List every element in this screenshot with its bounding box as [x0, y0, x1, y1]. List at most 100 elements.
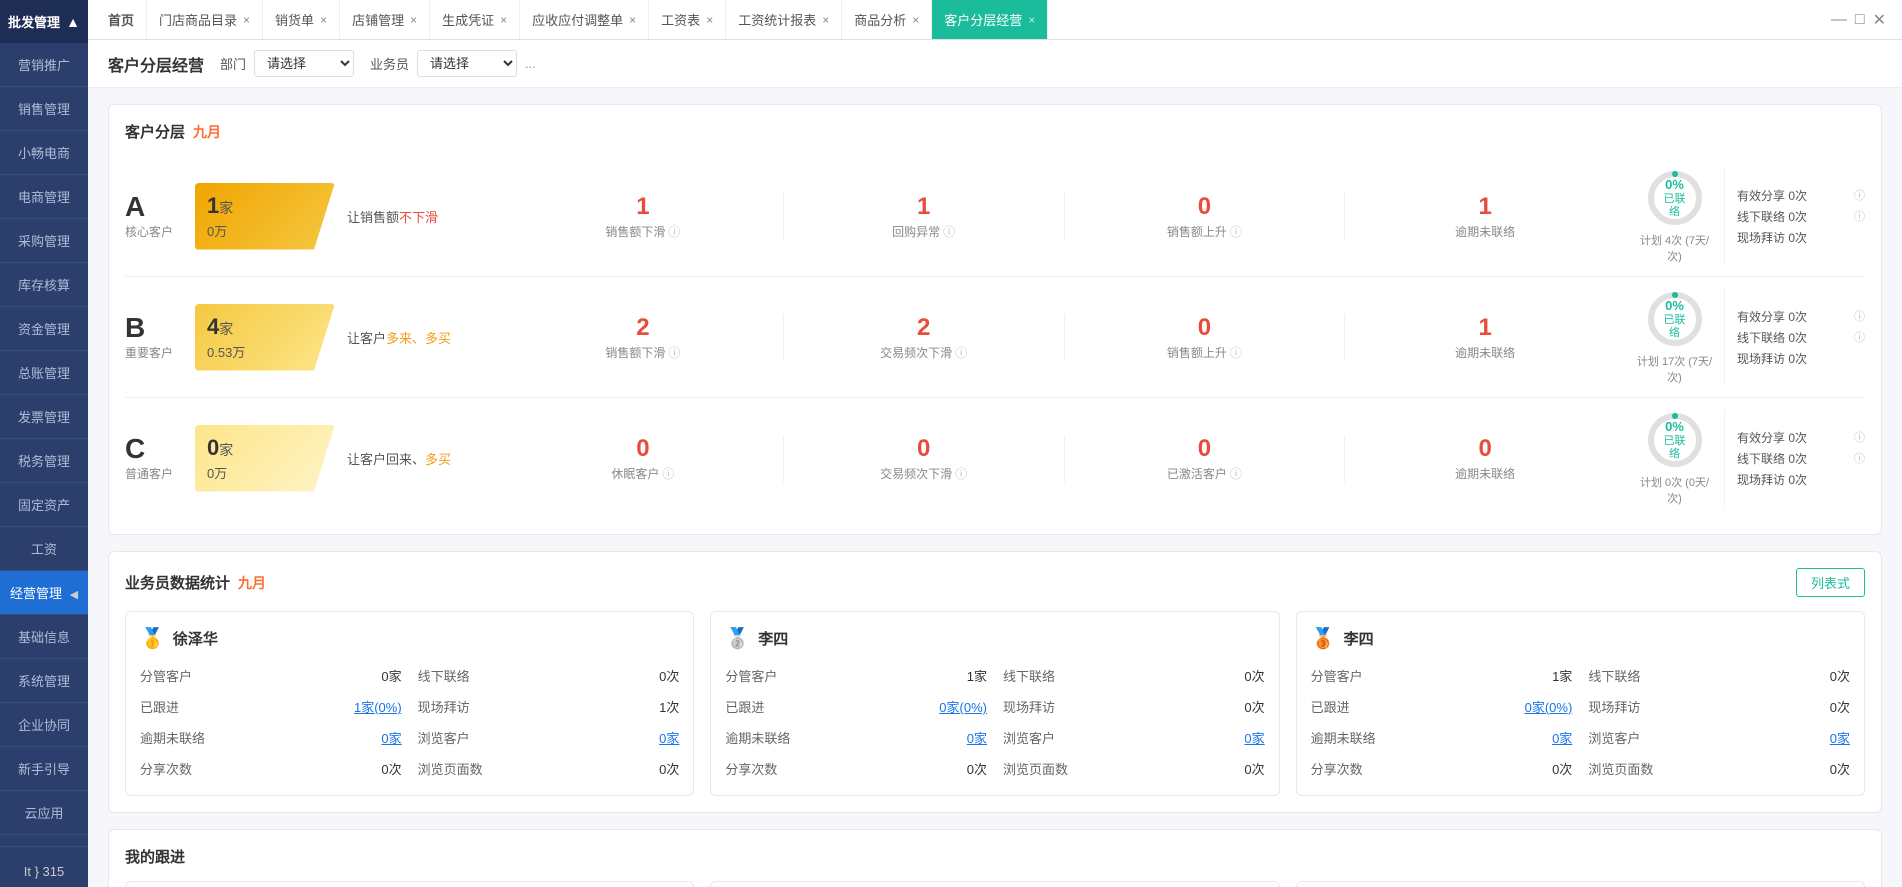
tab-payroll[interactable]: 工资表 ×: [649, 0, 726, 40]
tab-ar-ap[interactable]: 应收应付调整单 ×: [520, 0, 649, 40]
sales-select[interactable]: 请选择: [417, 50, 517, 77]
tier-c-stat2-num: 0: [792, 435, 1056, 463]
info-icon[interactable]: ⓘ: [1854, 329, 1865, 345]
window-maximize-icon[interactable]: □: [1855, 11, 1865, 29]
biz-stat-row: 逾期未联络 0家: [725, 725, 987, 750]
sidebar-item-qiye[interactable]: 企业协同: [0, 703, 88, 747]
sidebar-item-caigou[interactable]: 采购管理: [0, 219, 88, 263]
tier-c-stat2[interactable]: 0 交易频次下滑 ⓘ: [784, 435, 1065, 482]
tier-a-follow[interactable]: 1 逾期未联络: [1345, 193, 1625, 240]
sidebar-item-fapiao[interactable]: 发票管理: [0, 395, 88, 439]
tier-c-strategy: 让客户回来、多买: [347, 449, 487, 468]
tier-a-stat3[interactable]: 0 销售额上升 ⓘ: [1065, 193, 1346, 240]
tier-c-follow-num: 0: [1353, 435, 1617, 463]
window-close-icon[interactable]: ✕: [1873, 10, 1886, 30]
tab-close-icon[interactable]: ×: [320, 13, 327, 27]
tier-row-a: A 核心客户 1家 0万 让销售额不下滑 1 销售额下滑: [125, 156, 1865, 277]
sidebar-item-label: 云应用: [24, 806, 63, 821]
tier-c-label: C 普通客户: [125, 435, 195, 482]
info-icon[interactable]: ⓘ: [1854, 187, 1865, 203]
window-minimize-icon[interactable]: —: [1831, 11, 1847, 29]
sidebar-item-kucun[interactable]: 库存核算: [0, 263, 88, 307]
tab-product-analysis[interactable]: 商品分析 ×: [842, 0, 932, 40]
info-icon[interactable]: ⓘ: [955, 344, 967, 361]
sidebar-item-dianshang[interactable]: 电商管理: [0, 175, 88, 219]
customer-tier-section: 客户分层 九月 A 核心客户 1家 0万 让销售额不下滑: [108, 104, 1882, 535]
info-icon[interactable]: ⓘ: [1230, 223, 1242, 240]
biz-stat-row: 逾期未联络 0家: [1311, 725, 1573, 750]
sidebar-item-jichu[interactable]: 基础信息: [0, 615, 88, 659]
tier-c-follow[interactable]: 0 逾期未联络: [1345, 435, 1625, 482]
info-icon[interactable]: ⓘ: [1854, 208, 1865, 224]
tier-b-stat3[interactable]: 0 销售额上升 ⓘ: [1065, 314, 1346, 361]
list-view-button[interactable]: 列表式: [1796, 568, 1865, 597]
tier-a-count[interactable]: 1家 0万: [195, 183, 335, 250]
tab-close-icon[interactable]: ×: [706, 13, 713, 27]
tab-close-icon[interactable]: ×: [822, 13, 829, 27]
tier-a-stat2[interactable]: 1 回购异常 ⓘ: [784, 193, 1065, 240]
sidebar-item-xitong[interactable]: 系统管理: [0, 659, 88, 703]
tab-store-product[interactable]: 门店商品目录 ×: [147, 0, 263, 40]
sidebar-item-jingying[interactable]: 经营管理 ◀: [0, 571, 88, 615]
sidebar-item-gudingzichan[interactable]: 固定资产: [0, 483, 88, 527]
biz-stat-row: 现场拜访 0次: [1588, 694, 1850, 719]
tier-c-stat3[interactable]: 0 已激活客户 ⓘ: [1065, 435, 1346, 482]
tier-b-follow[interactable]: 1 逾期未联络: [1345, 314, 1625, 361]
tier-a-extra: 有效分享 0次ⓘ 线下联络 0次ⓘ 现场拜访 0次: [1725, 185, 1865, 248]
tab-close-icon[interactable]: ×: [410, 13, 417, 27]
tier-b-follow-num: 1: [1353, 314, 1617, 342]
dept-select[interactable]: 请选择: [254, 50, 354, 77]
tier-b-stat1[interactable]: 2 销售额下滑 ⓘ: [503, 314, 784, 361]
tab-close-icon[interactable]: ×: [912, 13, 919, 27]
tab-sales-order[interactable]: 销货单 ×: [263, 0, 340, 40]
tier-b-stat3-label: 销售额上升 ⓘ: [1073, 344, 1337, 361]
tier-b-stat1-num: 2: [511, 314, 775, 342]
tier-c-count[interactable]: 0家 0万: [195, 425, 335, 492]
sidebar-item-xiaodian[interactable]: 小畅电商: [0, 131, 88, 175]
tab-close-icon[interactable]: ×: [243, 13, 250, 27]
tier-c-stat3-num: 0: [1073, 435, 1337, 463]
info-icon[interactable]: ⓘ: [668, 344, 680, 361]
sidebar-item-yunyingyong[interactable]: 云应用: [0, 791, 88, 835]
tab-customer-tier[interactable]: 客户分层经营 ×: [932, 0, 1048, 40]
sidebar-item-label: 营销推广: [18, 58, 70, 73]
info-icon[interactable]: ⓘ: [943, 223, 955, 240]
tier-c-stat1[interactable]: 0 休眠客户 ⓘ: [503, 435, 784, 482]
tab-label: 工资表: [661, 10, 700, 29]
sidebar-item-gongzi[interactable]: 工资: [0, 527, 88, 571]
tier-a-stat1[interactable]: 1 销售额下滑 ⓘ: [503, 193, 784, 240]
sidebar-item-zijin[interactable]: 资金管理: [0, 307, 88, 351]
info-icon[interactable]: ⓘ: [1854, 429, 1865, 445]
tab-close-icon[interactable]: ×: [1028, 13, 1035, 27]
tab-close-icon[interactable]: ×: [500, 13, 507, 27]
tab-voucher[interactable]: 生成凭证 ×: [430, 0, 520, 40]
tab-payroll-report[interactable]: 工资统计报表 ×: [726, 0, 842, 40]
sidebar-item-xiaoshou[interactable]: 销售管理: [0, 87, 88, 131]
info-icon[interactable]: ⓘ: [1230, 344, 1242, 361]
tab-home[interactable]: 首页: [96, 0, 147, 40]
tab-label: 客户分层经营: [944, 10, 1022, 29]
sidebar-item-yingxiao[interactable]: 营销推广: [0, 43, 88, 87]
info-icon[interactable]: ⓘ: [1230, 465, 1242, 482]
biz-stat-row: 线下联络 0次: [418, 663, 680, 688]
sidebar-item-xinshou[interactable]: 新手引导: [0, 747, 88, 791]
sidebar-item-zongzhang[interactable]: 总账管理: [0, 351, 88, 395]
biz-stat-row: 分管客户 1家: [1311, 663, 1573, 688]
info-icon[interactable]: ⓘ: [1854, 308, 1865, 324]
biz-card-3-stats: 分管客户 1家 线下联络 0次 已跟进 0家(0%) 现场拜访: [1311, 663, 1850, 781]
tier-b-stat2[interactable]: 2 交易频次下滑 ⓘ: [784, 314, 1065, 361]
tab-label: 店铺管理: [352, 10, 404, 29]
bottom-status: It } 315: [0, 856, 88, 887]
tab-close-icon[interactable]: ×: [629, 13, 636, 27]
info-icon[interactable]: ⓘ: [668, 223, 680, 240]
info-icon[interactable]: ⓘ: [1854, 450, 1865, 466]
sidebar-item-shuiwu[interactable]: 税务管理: [0, 439, 88, 483]
tier-b-count[interactable]: 4家 0.53万: [195, 304, 335, 371]
info-icon[interactable]: ⓘ: [955, 465, 967, 482]
tab-store-manage[interactable]: 店铺管理 ×: [340, 0, 430, 40]
more-options-icon[interactable]: ...: [525, 56, 536, 71]
sidebar-collapse-icon[interactable]: ▲: [66, 14, 80, 30]
biz-stats-label: 业务员数据统计: [125, 572, 230, 593]
sales-label: 业务员: [370, 54, 409, 73]
info-icon[interactable]: ⓘ: [662, 465, 674, 482]
